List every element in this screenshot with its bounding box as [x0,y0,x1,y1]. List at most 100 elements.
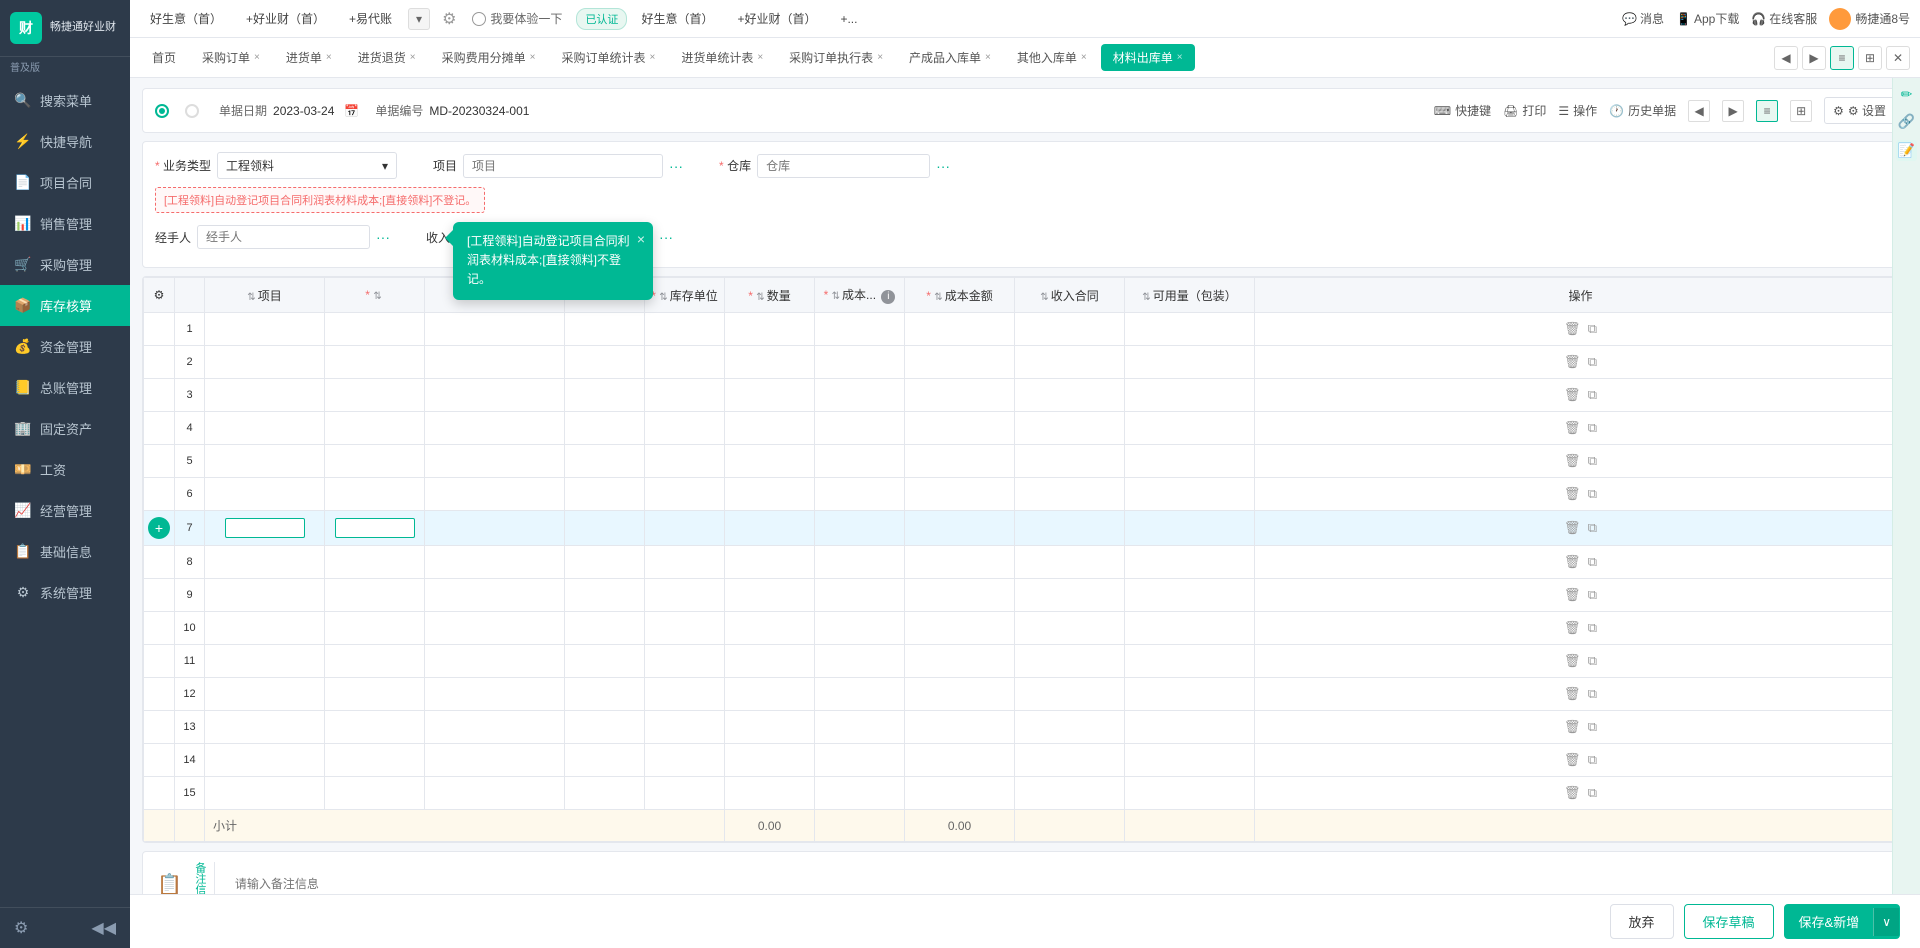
cell-cost-amount[interactable] [905,744,1015,777]
cell-cost-amount[interactable] [905,777,1015,810]
copy-row-btn[interactable]: ⧉ [1586,684,1599,704]
cell-code[interactable] [325,579,425,612]
cell-project[interactable] [205,346,325,379]
sidebar-item-quicknav[interactable]: ⚡ 快捷导航 [0,121,130,162]
copy-row-btn[interactable]: ⧉ [1586,319,1599,339]
col-header-income-contract[interactable]: ⇅收入合同 [1015,278,1125,313]
cell-code-active[interactable] [325,511,425,546]
cell-quantity[interactable] [725,546,815,579]
cell-unit[interactable] [645,678,725,711]
cell-cost-amount[interactable] [905,579,1015,612]
cell-name[interactable] [425,346,565,379]
shortcut-key-btn[interactable]: ⌨ 快捷键 [1434,102,1491,119]
cell-name[interactable] [425,678,565,711]
sidebar-item-project[interactable]: 📄 项目合同 [0,162,130,203]
cell-cost-amount[interactable] [905,313,1015,346]
cell-code[interactable] [325,678,425,711]
copy-row-btn[interactable]: ⧉ [1586,618,1599,638]
topbar-nav-more2[interactable]: +... [830,8,867,30]
doc-settings-btn[interactable]: ⚙ ⚙ 设置 [1824,97,1895,124]
right-panel-note-icon[interactable]: 📝 [1896,140,1917,161]
cell-project[interactable] [205,711,325,744]
sort-icon[interactable]: ⇅ [373,291,381,302]
cell-code[interactable] [325,313,425,346]
cell-spec[interactable] [565,313,645,346]
cell-name[interactable] [425,313,565,346]
cell-unit[interactable] [645,379,725,412]
col-header-unit[interactable]: ⇅库存单位 [645,278,725,313]
copy-row-btn[interactable]: ⧉ [1586,451,1599,471]
cell-available[interactable] [1125,346,1255,379]
cell-spec[interactable] [565,612,645,645]
sidebar-item-salary[interactable]: 💴 工资 [0,449,130,490]
tab-other-in[interactable]: 其他入库单 × [1005,44,1099,71]
cell-income-contract[interactable] [1015,445,1125,478]
cell-available[interactable] [1125,612,1255,645]
cell-quantity[interactable] [725,379,815,412]
cell-name[interactable] [425,478,565,511]
project-cell-input[interactable] [225,518,305,538]
cell-available[interactable] [1125,546,1255,579]
code-cell-input[interactable] [335,518,415,538]
cell-income-contract[interactable] [1015,379,1125,412]
cell-unit[interactable] [645,645,725,678]
delete-row-btn[interactable]: 🗑 [1562,451,1583,471]
business-type-select[interactable]: 工程领料 ▾ [217,152,397,179]
sort-icon[interactable]: ⇅ [1040,292,1048,303]
delete-row-btn[interactable]: 🗑 [1562,484,1583,504]
topbar-online-service-btn[interactable]: 🎧 在线客服 [1751,10,1817,27]
delete-row-btn[interactable]: 🗑 [1562,783,1583,803]
delete-row-btn[interactable]: 🗑 [1562,684,1583,704]
topbar-app-download-btn[interactable]: 📱 App下载 [1676,10,1739,27]
cell-cost-amount[interactable] [905,546,1015,579]
tab-purchase-return[interactable]: 进货退货 × [346,44,428,71]
col-header-code[interactable]: ⇅ [325,278,425,313]
user-avatar-btn[interactable]: 畅捷通8号 [1829,8,1910,30]
cell-cost-price[interactable] [815,579,905,612]
table-settings-icon[interactable]: ⚙ [154,288,165,302]
print-btn[interactable]: 🖨 打印 [1503,102,1546,119]
delete-row-btn[interactable]: 🗑 [1562,385,1583,405]
col-header-project[interactable]: ⇅项目 [205,278,325,313]
tab-purchase-order-stats[interactable]: 采购订单统计表 × [549,44,667,71]
cell-name[interactable] [425,445,565,478]
sidebar-item-finance[interactable]: 💰 资金管理 [0,326,130,367]
topbar-nav-haoyecai[interactable]: +好业财（首） [236,6,335,31]
cell-income-contract[interactable] [1015,579,1125,612]
sidebar-item-ledger[interactable]: 📒 总账管理 [0,367,130,408]
cell-spec[interactable] [565,645,645,678]
cell-available[interactable] [1125,579,1255,612]
tab-purchase-in[interactable]: 进货单 × [274,44,344,71]
sort-icon[interactable]: ⇅ [659,292,667,303]
right-panel-link-icon[interactable]: 🔗 [1898,113,1915,130]
cell-income-contract[interactable] [1015,612,1125,645]
cell-project[interactable] [205,612,325,645]
delete-row-btn[interactable]: 🗑 [1562,618,1583,638]
tooltip-close-btn[interactable]: × [637,228,645,250]
cell-project[interactable] [205,579,325,612]
col-header-cost-price[interactable]: ⇅成本... i [815,278,905,313]
cell-unit[interactable] [645,546,725,579]
save-draft-btn[interactable]: 保存草稿 [1684,904,1774,939]
cell-available[interactable] [1125,744,1255,777]
subtopbar-close-all-btn[interactable]: ✕ [1886,46,1910,70]
delete-row-btn[interactable]: 🗑 [1562,651,1583,671]
tab-close-material-out-icon[interactable]: × [1177,52,1183,63]
cell-spec[interactable] [565,777,645,810]
doc-grid-view-btn[interactable]: ≡ [1756,100,1778,122]
operation-btn[interactable]: ☰ 操作 [1558,102,1597,119]
sidebar-settings-icon[interactable]: ⚙ [14,918,28,938]
cell-cost-amount[interactable] [905,346,1015,379]
handler-input[interactable] [197,225,370,249]
copy-row-btn[interactable]: ⧉ [1586,717,1599,737]
cell-income-contract[interactable] [1015,478,1125,511]
cell-project[interactable] [205,678,325,711]
cell-quantity[interactable] [725,511,815,546]
cell-cost-price[interactable] [815,678,905,711]
cell-cost-amount[interactable] [905,511,1015,546]
cell-quantity[interactable] [725,412,815,445]
copy-row-btn[interactable]: ⧉ [1586,750,1599,770]
sort-icon[interactable]: ⇅ [247,292,255,303]
tab-close-icon[interactable]: × [985,52,991,63]
tab-close-icon[interactable]: × [757,52,763,63]
